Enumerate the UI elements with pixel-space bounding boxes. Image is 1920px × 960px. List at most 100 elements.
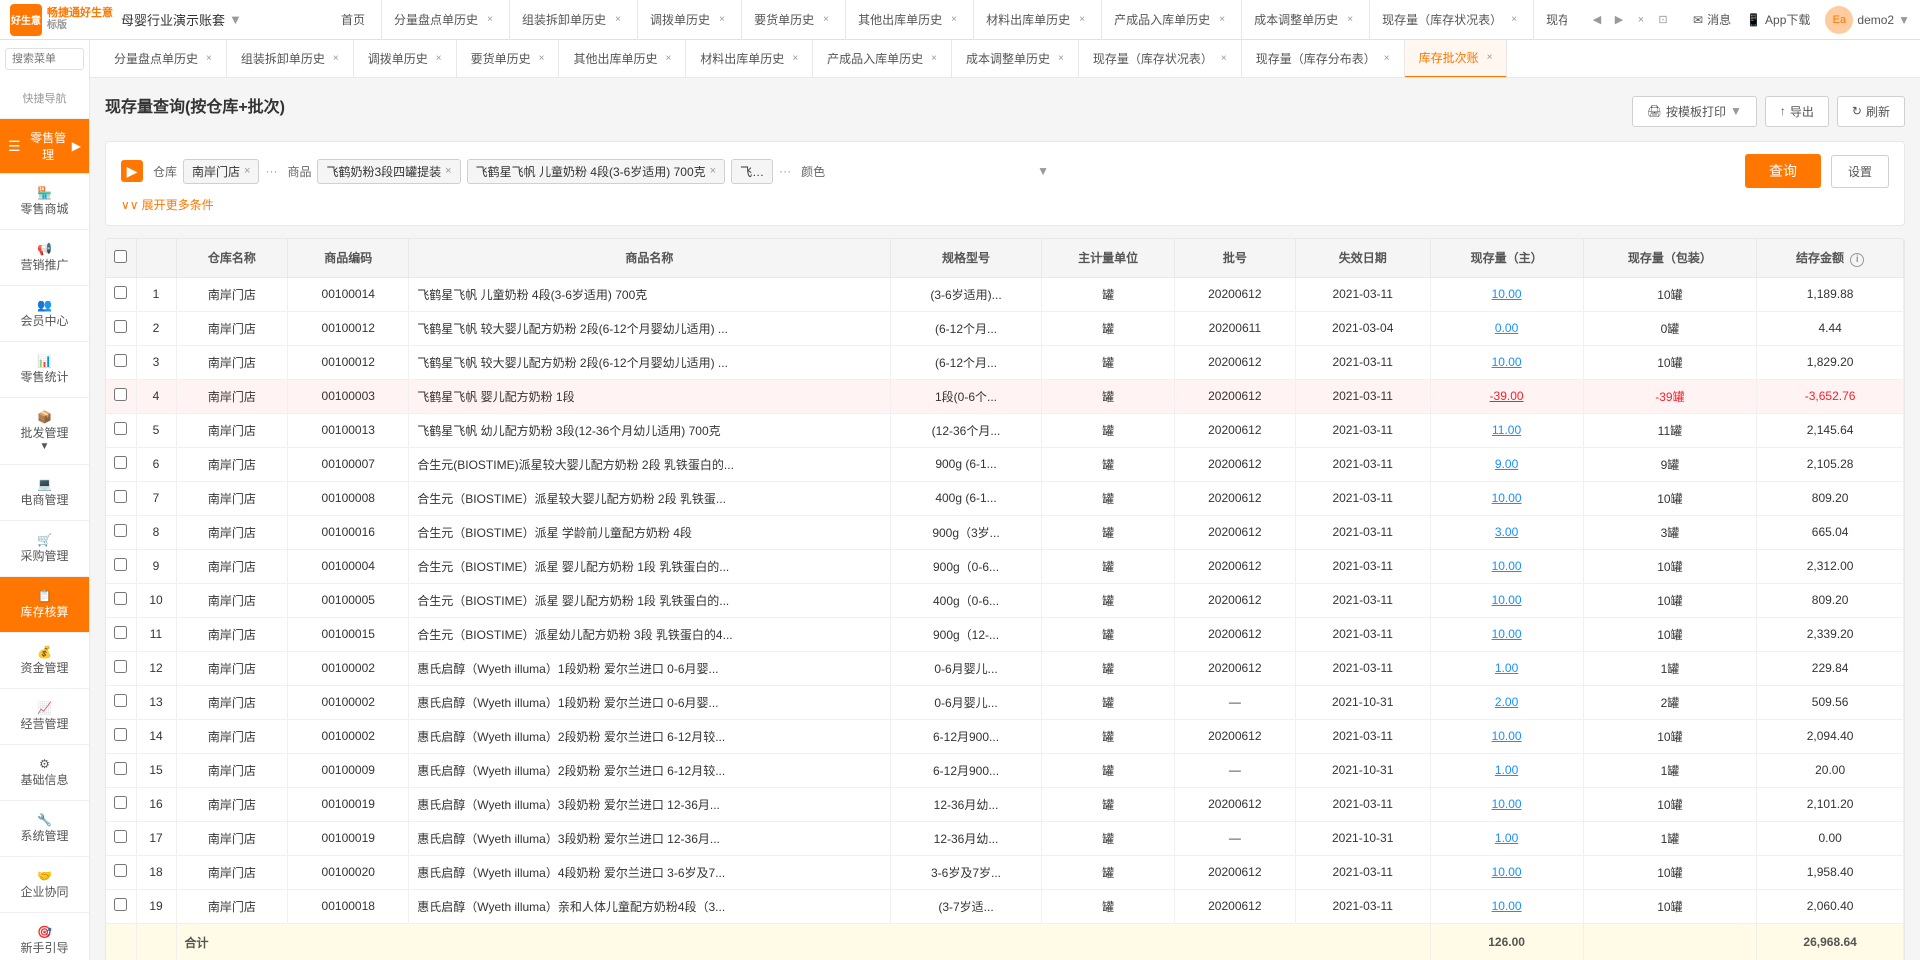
tab-more-arrow[interactable]: ⊡ [1653, 10, 1673, 30]
product-remove-1[interactable]: × [445, 165, 451, 177]
row-checkbox[interactable] [106, 889, 136, 923]
tab-prev-arrow[interactable]: ◀ [1587, 10, 1607, 30]
sidebar-item-caigougly[interactable]: 🛒 采购管理 [0, 521, 89, 577]
row-checkbox[interactable] [106, 379, 136, 413]
sidebar-item-qiye[interactable]: 🤝 企业协同 [0, 857, 89, 913]
row-checkbox[interactable] [106, 787, 136, 821]
sec-tab-qitachuku[interactable]: 其他出库单历史 × [559, 40, 686, 78]
top-tab-chancheng[interactable]: 产成品入库单历史 × [1102, 0, 1242, 40]
warehouse-remove[interactable]: × [244, 165, 250, 177]
export-btn[interactable]: ↑ 导出 [1765, 96, 1829, 127]
print-btn[interactable]: 🖨 按模板打印 ▼ [1632, 96, 1757, 127]
select-all-checkbox[interactable] [114, 250, 127, 263]
sec-close-qita[interactable]: × [665, 53, 671, 64]
sec-tab-yaohuo[interactable]: 要货单历史 × [457, 40, 560, 78]
top-tab-tiaocuo[interactable]: 调拨单历史 × [638, 0, 742, 40]
row-checkbox[interactable] [106, 855, 136, 889]
row-qty-main[interactable]: 10.00 [1430, 345, 1583, 379]
sec-close-tiaocuo[interactable]: × [436, 53, 442, 64]
top-tab-cailiao[interactable]: 材料出库单历史 × [974, 0, 1102, 40]
row-qty-main[interactable]: 9.00 [1430, 447, 1583, 481]
row-qty-main[interactable]: 0.00 [1430, 311, 1583, 345]
close-tab-cailiao[interactable]: × [1075, 13, 1089, 27]
sidebar-item-xitong[interactable]: 🔧 系统管理 [0, 801, 89, 857]
close-tab-yaohuo[interactable]: × [819, 13, 833, 27]
close-tab-xianzai1[interactable]: × [1507, 13, 1521, 27]
top-tab-xianzai2[interactable]: 现存量（库存分布表） × [1534, 0, 1567, 40]
sec-tab-xianzai2[interactable]: 现存量（库存分布表） × [1242, 40, 1405, 78]
row-qty-main[interactable]: 2.00 [1430, 685, 1583, 719]
sidebar-item-dianshanggly[interactable]: 💻 电商管理 [0, 465, 89, 521]
sidebar-item-yingxiao[interactable]: 📢 营销推广 [0, 230, 89, 286]
sidebar-item-kucunheja[interactable]: 📋 库存核算 [0, 577, 89, 633]
sidebar-item-jingyingly[interactable]: 📈 经营管理 [0, 689, 89, 745]
breadcrumb[interactable]: 母婴行业演示账套 ▼ [121, 10, 242, 29]
sec-tab-tiaocuo[interactable]: 调拨单历史 × [354, 40, 457, 78]
query-btn[interactable]: 查询 [1745, 154, 1821, 188]
row-qty-main[interactable]: 10.00 [1430, 855, 1583, 889]
sec-close-chancheng[interactable]: × [931, 53, 937, 64]
setting-btn[interactable]: 设置 [1831, 155, 1889, 188]
expand-filter-btn[interactable]: ▶ [121, 160, 143, 182]
sidebar-item-quicknav[interactable]: 快捷导航 [0, 78, 89, 119]
row-qty-main[interactable]: 1.00 [1430, 651, 1583, 685]
sidebar-item-lingshougly[interactable]: ☰ 零售管理 ▶ [0, 119, 89, 174]
sec-close-yaohuo[interactable]: × [539, 53, 545, 64]
close-tab-qitachuku[interactable]: × [947, 13, 961, 27]
color-arrow[interactable]: ▼ [1037, 164, 1049, 178]
sec-tab-zuhe[interactable]: 组装拆卸单历史 × [227, 40, 354, 78]
search-input[interactable] [5, 48, 84, 70]
refresh-btn[interactable]: ↻ 刷新 [1837, 96, 1905, 127]
row-checkbox[interactable] [106, 583, 136, 617]
product-tag-1[interactable]: 飞鹤奶粉3段四罐提装 × [317, 159, 460, 184]
close-tab-zuhe[interactable]: × [611, 13, 625, 27]
product-remove-2[interactable]: × [710, 165, 716, 177]
row-checkbox[interactable] [106, 481, 136, 515]
close-tab-chancheng[interactable]: × [1215, 13, 1229, 27]
sidebar-item-lingshoushangcheng[interactable]: 🏪 零售商城 [0, 174, 89, 230]
row-checkbox[interactable] [106, 515, 136, 549]
sidebar-item-xinshou[interactable]: 🎯 新手引导 [0, 913, 89, 960]
row-qty-main[interactable]: 10.00 [1430, 549, 1583, 583]
user-profile[interactable]: Ea demo2 ▼ [1825, 6, 1910, 34]
search-box[interactable] [0, 40, 89, 78]
app-download-btn[interactable]: 📱 App下载 [1746, 11, 1810, 28]
top-tab-xianzai1[interactable]: 现存量（库存状况表） × [1370, 0, 1534, 40]
row-checkbox[interactable] [106, 651, 136, 685]
sec-close-zuhe[interactable]: × [333, 53, 339, 64]
row-checkbox[interactable] [106, 277, 136, 311]
sec-close-xianzai2[interactable]: × [1384, 53, 1390, 64]
top-tab-home[interactable]: 首页 [325, 0, 382, 40]
sec-close-xianzai1[interactable]: × [1221, 53, 1227, 64]
row-checkbox[interactable] [106, 345, 136, 379]
row-qty-main[interactable]: 1.00 [1430, 753, 1583, 787]
top-tab-yaohuo[interactable]: 要货单历史 × [742, 0, 846, 40]
sec-tab-xianzai1[interactable]: 现存量（库存状况表） × [1079, 40, 1242, 78]
message-btn[interactable]: ✉ 消息 [1693, 11, 1731, 28]
product-tag-more[interactable]: 飞… [731, 159, 773, 184]
row-checkbox[interactable] [106, 719, 136, 753]
top-tab-zuhe[interactable]: 组装拆卸单历史 × [510, 0, 638, 40]
expand-more-btn[interactable]: ∨∨ 展开更多条件 [121, 196, 1889, 213]
row-checkbox[interactable] [106, 753, 136, 787]
warehouse-tag[interactable]: 南岸门店 × [183, 159, 259, 184]
sec-close-cailiao[interactable]: × [792, 53, 798, 64]
row-checkbox[interactable] [106, 685, 136, 719]
sidebar-item-pifa[interactable]: 📦 批发管理 ▼ [0, 398, 89, 465]
sec-tab-fenbi[interactable]: 分量盘点单历史 × [100, 40, 227, 78]
sec-tab-kucun[interactable]: 库存批次账 × [1405, 40, 1508, 78]
sec-tab-chancheng[interactable]: 产成品入库单历史 × [813, 40, 952, 78]
sec-tab-chengben[interactable]: 成本调整单历史 × [952, 40, 1079, 78]
row-qty-main[interactable]: 10.00 [1430, 719, 1583, 753]
row-qty-main[interactable]: 11.00 [1430, 413, 1583, 447]
row-qty-main[interactable]: 3.00 [1430, 515, 1583, 549]
row-checkbox[interactable] [106, 447, 136, 481]
warehouse-more[interactable]: ··· [265, 164, 277, 178]
sidebar-item-zijin[interactable]: 💰 资金管理 [0, 633, 89, 689]
row-checkbox[interactable] [106, 549, 136, 583]
row-checkbox[interactable] [106, 413, 136, 447]
row-checkbox[interactable] [106, 311, 136, 345]
sidebar-item-jichu[interactable]: ⚙ 基础信息 [0, 745, 89, 801]
tab-next-arrow[interactable]: ▶ [1609, 10, 1629, 30]
row-qty-main[interactable]: 10.00 [1430, 583, 1583, 617]
